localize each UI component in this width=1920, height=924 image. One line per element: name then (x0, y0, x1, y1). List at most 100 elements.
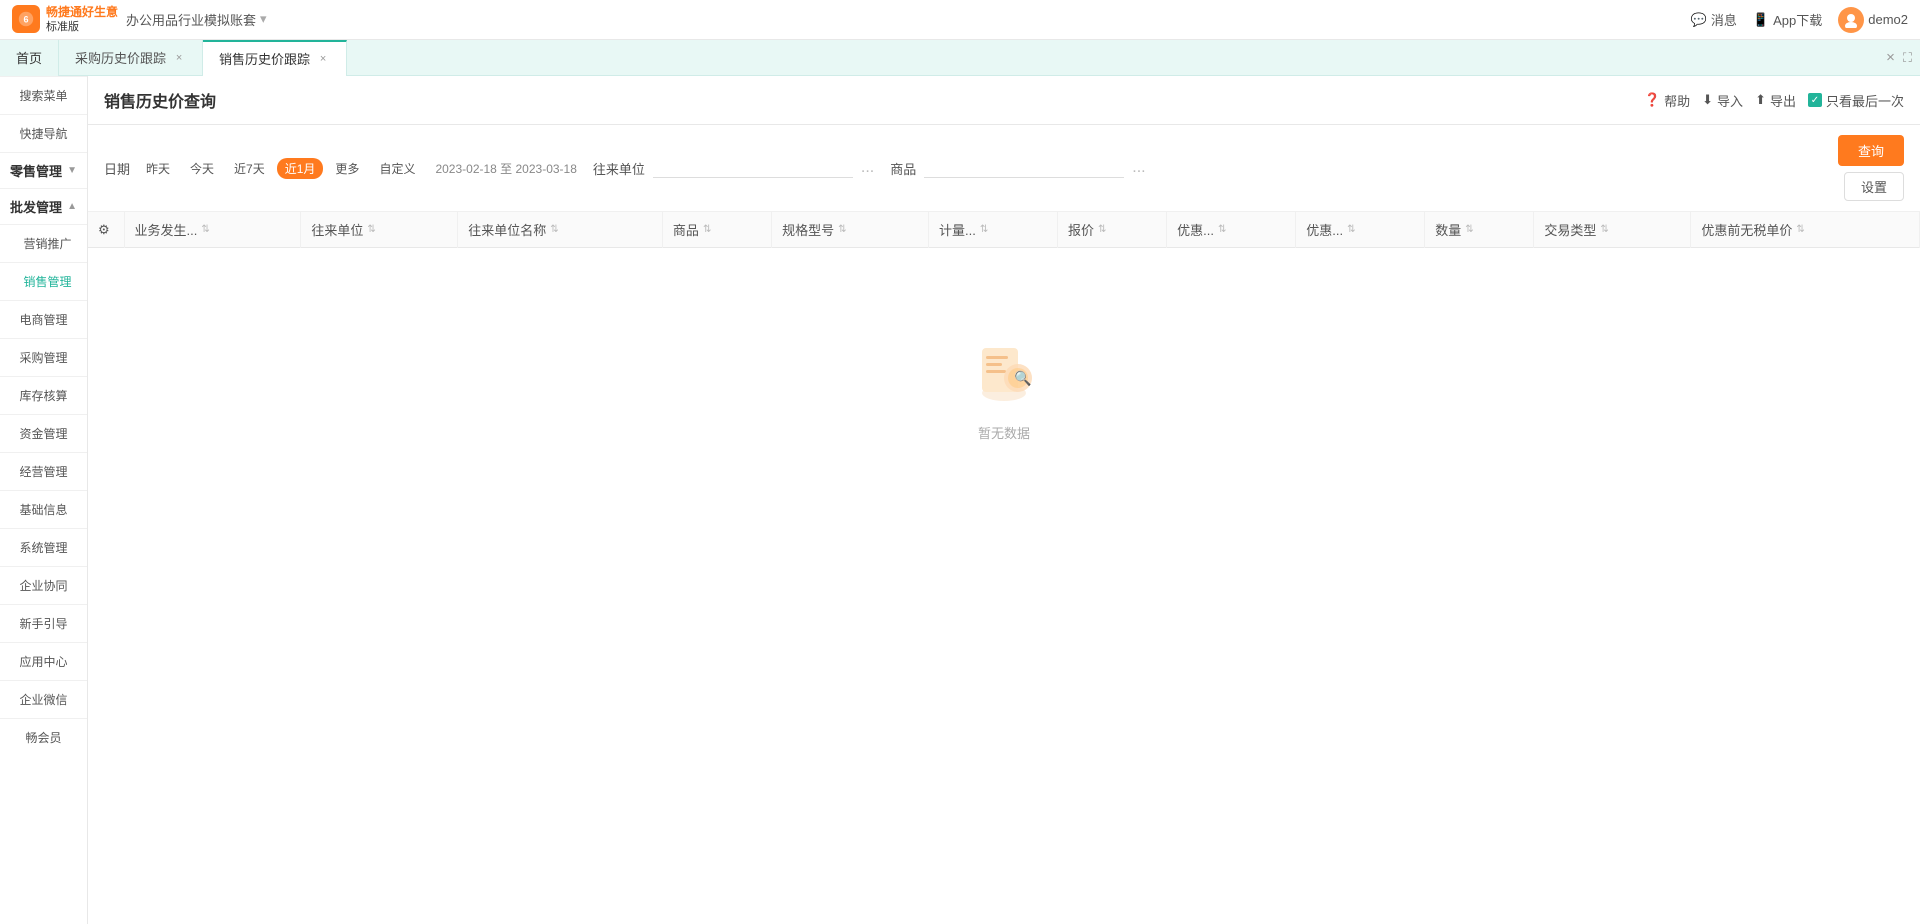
sidebar-item-operations[interactable]: 经营管理 (0, 452, 87, 490)
sort-icon: ⇅ (367, 226, 375, 234)
sidebar-item-retail[interactable]: 零售管理 ▼ (0, 152, 87, 188)
sidebar-item-enterprise-coop[interactable]: 企业协同 (0, 566, 87, 604)
tab-sales-history[interactable]: 销售历史价跟踪 × (203, 40, 347, 76)
sidebar-item-shortcut[interactable]: 快捷导航 (0, 114, 87, 152)
empty-text: 暂无数据 (978, 423, 1030, 442)
th-partner-code[interactable]: 往来单位⇅ (301, 212, 458, 248)
top-bar-left: 6 畅捷通好生意 标准版 办公用品行业模拟账套 ▾ (12, 5, 267, 35)
tab-bar: 首页 采购历史价跟踪 × 销售历史价跟踪 × × ⛶ (0, 40, 1920, 76)
th-unit[interactable]: 计量...⇅ (928, 212, 1057, 248)
sort-icon: ⇅ (550, 226, 558, 234)
sort-icon: ⇅ (1600, 226, 1608, 234)
sort-icon: ⇅ (1347, 226, 1355, 234)
export-btn[interactable]: ⬆ 导出 (1755, 91, 1796, 110)
sidebar-retail-arrow: ▼ (67, 165, 77, 176)
th-partner-name[interactable]: 往来单位名称⇅ (458, 212, 663, 248)
sidebar-item-basic-info[interactable]: 基础信息 (0, 490, 87, 528)
app-icon: 📱 (1753, 12, 1769, 28)
sidebar-wholesale-label: 批发管理 (10, 197, 62, 216)
sidebar-item-ecommerce[interactable]: 电商管理 (0, 300, 87, 338)
maximize-icon[interactable]: ⛶ (1903, 50, 1912, 66)
only-last-checkbox[interactable]: 只看最后一次 (1808, 91, 1904, 110)
purchase-history-tab-label: 采购历史价跟踪 (75, 48, 166, 67)
partner-input[interactable] (653, 158, 853, 178)
th-price[interactable]: 报价⇅ (1058, 212, 1167, 248)
sort-icon: ⇅ (1218, 226, 1226, 234)
close-purchase-history-tab[interactable]: × (172, 51, 186, 65)
goods-filter-group: 商品 ... (890, 158, 1145, 178)
sales-history-tab-label: 销售历史价跟踪 (219, 49, 310, 68)
help-icon: ❓ (1644, 92, 1660, 108)
logo-icon: 6 (12, 5, 40, 33)
svg-text:6: 6 (23, 15, 28, 25)
sidebar-wholesale-arrow: ▲ (67, 201, 77, 212)
sort-icon: ⇅ (201, 226, 209, 234)
filter-actions: 查询 设置 (1838, 135, 1904, 201)
message-btn[interactable]: 💬 消息 (1691, 10, 1737, 29)
date-opt-yesterday[interactable]: 昨天 (138, 158, 178, 179)
sort-icon: ⇅ (1098, 226, 1106, 234)
help-btn[interactable]: ❓ 帮助 (1644, 91, 1690, 110)
th-spec[interactable]: 规格型号⇅ (772, 212, 929, 248)
filter-bar: 日期 昨天 今天 近7天 近1月 更多 自定义 2023-02-18 至 202… (88, 125, 1920, 212)
th-trade-type[interactable]: 交易类型⇅ (1534, 212, 1691, 248)
th-discount1[interactable]: 优惠...⇅ (1167, 212, 1296, 248)
main-layout: 搜索菜单 快捷导航 零售管理 ▼ 批发管理 ▲ 营销推广 销售管理 电商管理 采… (0, 76, 1920, 924)
sidebar-item-search[interactable]: 搜索菜单 (0, 76, 87, 114)
date-opt-more[interactable]: 更多 (327, 158, 367, 179)
settings-btn[interactable]: 设置 (1844, 172, 1904, 201)
th-biz-date[interactable]: 业务发生...⇅ (124, 212, 301, 248)
date-opt-custom[interactable]: 自定义 (371, 158, 423, 179)
sidebar-item-app-center[interactable]: 应用中心 (0, 642, 87, 680)
export-icon: ⬆ (1755, 92, 1766, 108)
date-opt-last1m[interactable]: 近1月 (277, 158, 324, 179)
message-icon: 💬 (1691, 12, 1707, 28)
svg-text:🔍: 🔍 (1014, 369, 1031, 387)
sidebar-item-purchase[interactable]: 采购管理 (0, 338, 87, 376)
sidebar-item-enterprise-wechat[interactable]: 企业微信 (0, 680, 87, 718)
import-icon: ⬇ (1702, 92, 1713, 108)
date-opt-today[interactable]: 今天 (182, 158, 222, 179)
close-sales-history-tab[interactable]: × (316, 52, 330, 66)
date-options: 昨天 今天 近7天 近1月 更多 自定义 (138, 158, 423, 179)
app-download-btn[interactable]: 📱 App下载 (1753, 10, 1822, 29)
query-btn[interactable]: 查询 (1838, 135, 1904, 166)
sidebar-item-marketing[interactable]: 营销推广 (0, 224, 87, 262)
top-bar: 6 畅捷通好生意 标准版 办公用品行业模拟账套 ▾ 💬 消息 📱 App下载 d… (0, 0, 1920, 40)
th-settings[interactable]: ⚙ (88, 212, 124, 248)
sidebar-item-sales-mgmt[interactable]: 销售管理 (0, 262, 87, 300)
sidebar-item-newbie[interactable]: 新手引导 (0, 604, 87, 642)
goods-dots[interactable]: ... (1132, 159, 1145, 177)
page-title: 销售历史价查询 (104, 88, 216, 124)
th-pre-tax-price[interactable]: 优惠前无税单价⇅ (1691, 212, 1920, 248)
partner-dots[interactable]: ... (861, 159, 874, 177)
table-header: ⚙ 业务发生...⇅ 往来单位⇅ 往来单位名称⇅ (88, 212, 1920, 248)
app-title: 办公用品行业模拟账套 ▾ (126, 10, 267, 29)
sort-icon: ⇅ (980, 226, 988, 234)
date-opt-last7[interactable]: 近7天 (226, 158, 273, 179)
empty-icon: 🔍 (964, 328, 1044, 411)
dropdown-icon[interactable]: ▾ (260, 11, 267, 27)
goods-input[interactable] (924, 158, 1124, 178)
logo-area: 6 畅捷通好生意 标准版 (12, 5, 118, 35)
sidebar-item-inventory[interactable]: 库存核算 (0, 376, 87, 414)
page-header: 销售历史价查询 ❓ 帮助 ⬇ 导入 ⬆ 导出 (88, 76, 1920, 125)
sort-icon: ⇅ (1465, 226, 1473, 234)
sort-icon: ⇅ (838, 226, 846, 234)
user-menu[interactable]: demo2 (1838, 7, 1908, 33)
sidebar-item-finance[interactable]: 资金管理 (0, 414, 87, 452)
sidebar-item-member[interactable]: 畅会员 (0, 718, 87, 756)
th-goods[interactable]: 商品⇅ (662, 212, 771, 248)
date-filter-group: 日期 昨天 今天 近7天 近1月 更多 自定义 2023-02-18 至 202… (104, 158, 577, 179)
th-qty[interactable]: 数量⇅ (1425, 212, 1534, 248)
sort-icon: ⇅ (1796, 226, 1804, 234)
checkbox-icon (1808, 93, 1822, 107)
th-discount2[interactable]: 优惠...⇅ (1296, 212, 1425, 248)
sidebar-item-system[interactable]: 系统管理 (0, 528, 87, 566)
partner-filter-group: 往来单位 ... (593, 158, 874, 178)
import-btn[interactable]: ⬇ 导入 (1702, 91, 1743, 110)
sidebar-item-wholesale[interactable]: 批发管理 ▲ (0, 188, 87, 224)
tab-purchase-history[interactable]: 采购历史价跟踪 × (59, 40, 203, 76)
tab-home[interactable]: 首页 (0, 40, 59, 76)
close-all-tabs-icon[interactable]: × (1886, 49, 1895, 66)
